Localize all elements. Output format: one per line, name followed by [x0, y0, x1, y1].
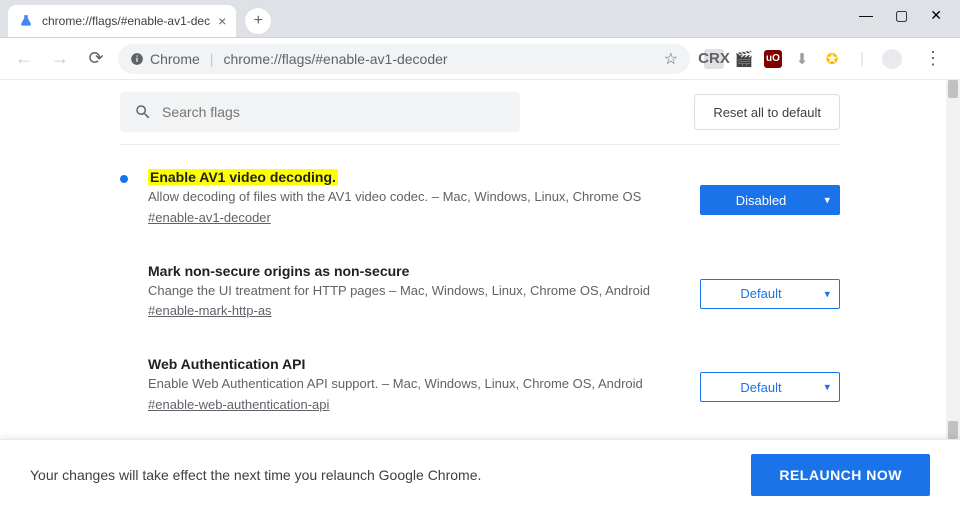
- flags-header: Reset all to default: [120, 80, 840, 145]
- flag-row: Mark non-secure origins as non-secureCha…: [120, 245, 840, 339]
- modified-dot-icon: [120, 175, 128, 183]
- separator: |: [852, 49, 872, 69]
- flask-icon: [18, 13, 34, 29]
- search-icon: [134, 103, 152, 121]
- flag-row: Enable AV1 video decoding.Allow decoding…: [120, 151, 840, 245]
- flag-anchor-link[interactable]: #enable-web-authentication-api: [148, 397, 329, 412]
- bookmark-star-icon[interactable]: ☆: [664, 49, 678, 69]
- omnibox-divider: |: [210, 51, 214, 67]
- url-text: chrome://flags/#enable-av1-decoder: [223, 51, 447, 67]
- toolbar: ← → ⟳ Chrome | chrome://flags/#enable-av…: [0, 38, 960, 80]
- window-controls: — ▢ ✕: [859, 0, 960, 30]
- chrome-menu-button[interactable]: ⋮: [916, 48, 950, 69]
- film-extension-icon[interactable]: 🎬: [734, 49, 754, 69]
- tab-title: chrome://flags/#enable-av1-dec: [42, 14, 210, 28]
- flag-description: Allow decoding of files with the AV1 vid…: [148, 187, 680, 207]
- scrollbar[interactable]: [946, 80, 960, 439]
- flag-state-select[interactable]: Default: [700, 372, 840, 402]
- scrollbar-thumb-bottom[interactable]: [948, 421, 958, 439]
- relaunch-message: Your changes will take effect the next t…: [30, 467, 481, 483]
- search-input[interactable]: [162, 104, 506, 120]
- back-button[interactable]: ←: [10, 45, 38, 73]
- flag-state-select[interactable]: Default: [700, 279, 840, 309]
- flag-title: Web Authentication API: [148, 356, 680, 374]
- flag-title: Enable AV1 video decoding.: [148, 169, 680, 187]
- scrollbar-thumb-top[interactable]: [948, 80, 958, 98]
- omnibox[interactable]: Chrome | chrome://flags/#enable-av1-deco…: [118, 44, 690, 74]
- content-area: Reset all to default Enable AV1 video de…: [0, 80, 960, 438]
- search-flags-box[interactable]: [120, 92, 520, 132]
- browser-tab[interactable]: chrome://flags/#enable-av1-dec ×: [8, 5, 236, 37]
- extension-icons: CRX 🎬 uO ⬇ ✪ |: [698, 49, 908, 69]
- crx-extension-icon[interactable]: CRX: [704, 49, 724, 69]
- relaunch-button[interactable]: RELAUNCH NOW: [751, 454, 930, 496]
- flag-description: Change the UI treatment for HTTP pages –…: [148, 281, 680, 301]
- ublock-extension-icon[interactable]: uO: [764, 50, 782, 68]
- minimize-button[interactable]: —: [859, 7, 873, 23]
- reset-all-button[interactable]: Reset all to default: [694, 94, 840, 130]
- close-window-button[interactable]: ✕: [930, 7, 942, 24]
- close-tab-icon[interactable]: ×: [218, 13, 226, 29]
- flag-row: Web Authentication APIEnable Web Authent…: [120, 338, 840, 432]
- star-badge-extension-icon[interactable]: ✪: [822, 49, 842, 69]
- profile-avatar[interactable]: [882, 49, 902, 69]
- flag-description: Enable Web Authentication API support. –…: [148, 374, 680, 394]
- tab-strip: chrome://flags/#enable-av1-dec × +: [0, 0, 960, 38]
- site-info-icon[interactable]: Chrome: [130, 51, 200, 67]
- flag-state-select[interactable]: Disabled: [700, 185, 840, 215]
- relaunch-bar: Your changes will take effect the next t…: [0, 439, 960, 509]
- download-arrow-icon[interactable]: ⬇: [792, 49, 812, 69]
- flag-title: Mark non-secure origins as non-secure: [148, 263, 680, 281]
- flag-anchor-link[interactable]: #enable-av1-decoder: [148, 210, 271, 225]
- flag-anchor-link[interactable]: #enable-mark-http-as: [148, 303, 272, 318]
- reload-button[interactable]: ⟳: [82, 45, 110, 73]
- new-tab-button[interactable]: +: [244, 7, 272, 35]
- forward-button[interactable]: →: [46, 45, 74, 73]
- maximize-button[interactable]: ▢: [895, 7, 908, 24]
- secure-label: Chrome: [150, 51, 200, 67]
